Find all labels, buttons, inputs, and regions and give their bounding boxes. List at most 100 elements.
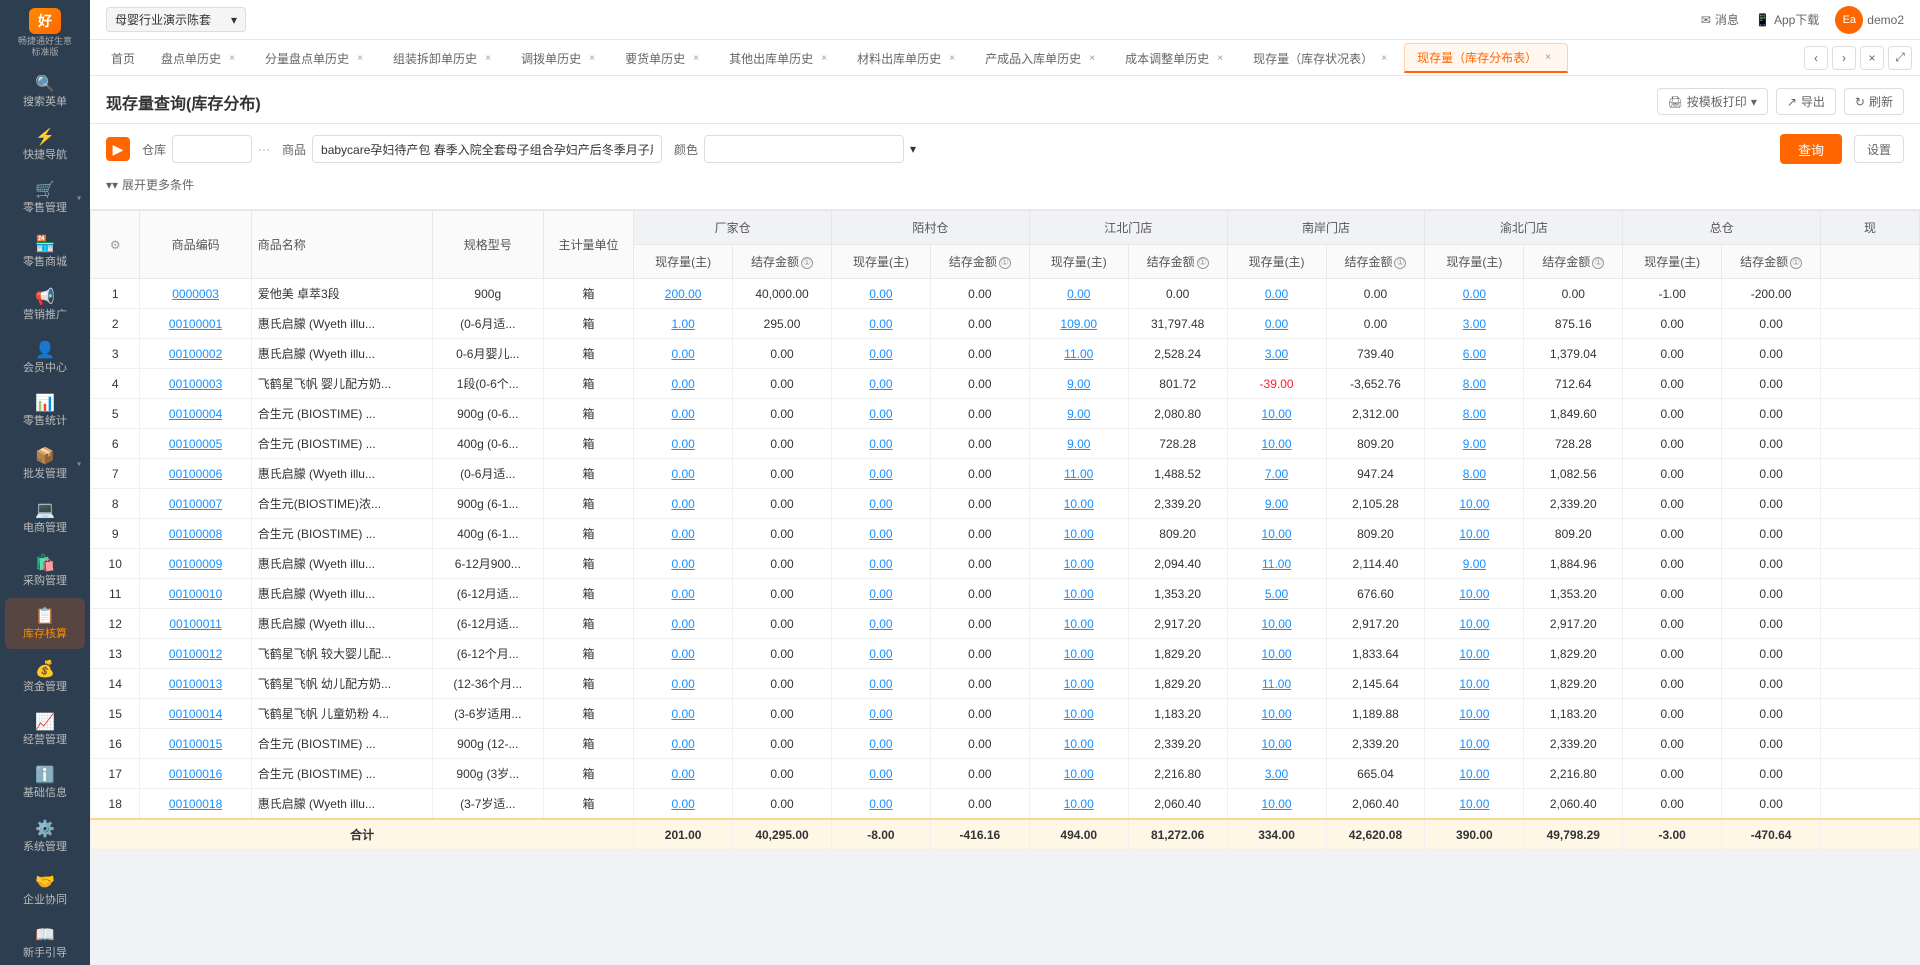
code-link[interactable]: 00100006 [169,467,222,481]
yubei-qty-link[interactable]: 9.00 [1463,557,1486,571]
close-tab-other_out-btn[interactable]: × [817,51,831,65]
mucun-qty-link[interactable]: 0.00 [869,347,892,361]
query-btn[interactable]: 查询 [1780,134,1842,164]
code-link[interactable]: 00100015 [169,737,222,751]
nanan-qty-link[interactable]: 7.00 [1265,467,1288,481]
settings-btn[interactable]: 设置 [1854,135,1904,163]
nav-close-btn[interactable]: × [1860,46,1884,70]
close-tab-material_out-btn[interactable]: × [945,51,959,65]
jiangbei-qty-link[interactable]: 10.00 [1064,767,1094,781]
jiangbei-qty-link[interactable]: 10.00 [1064,587,1094,601]
jiangbei-qty-link[interactable]: 9.00 [1067,407,1090,421]
info-icon[interactable]: ① [999,257,1011,269]
mucun-qty-link[interactable]: 0.00 [869,617,892,631]
nanan-qty-link[interactable]: 10.00 [1262,437,1292,451]
nanan-qty-link[interactable]: 10.00 [1262,797,1292,811]
code-link[interactable]: 00100018 [169,797,222,811]
sidebar-item-basic[interactable]: ℹ️ 基础信息 [5,757,85,808]
sidebar-item-retail[interactable]: 🛒 零售管理 ▾ [5,172,85,223]
mucun-qty-link[interactable]: 0.00 [869,677,892,691]
nav-tab-inventory_count_split[interactable]: 分量盘点单历史 × [252,43,380,73]
jiangbei-qty-link[interactable]: 10.00 [1064,797,1094,811]
factory-qty-link[interactable]: 0.00 [671,587,694,601]
sidebar-item-marketing[interactable]: 📢 营销推广 [5,279,85,330]
factory-qty-link[interactable]: 0.00 [671,497,694,511]
jiangbei-qty-link[interactable]: 11.00 [1064,347,1093,361]
code-link[interactable]: 00100007 [169,497,222,511]
code-link[interactable]: 00100002 [169,347,222,361]
nav-tab-material_out[interactable]: 材料出库单历史 × [844,43,972,73]
yubei-qty-link[interactable]: 3.00 [1463,317,1486,331]
mucun-qty-link[interactable]: 0.00 [869,287,892,301]
factory-qty-link[interactable]: 200.00 [665,287,702,301]
factory-qty-link[interactable]: 0.00 [671,527,694,541]
nanan-qty-link[interactable]: 11.00 [1262,677,1291,691]
factory-qty-link[interactable]: 0.00 [671,347,694,361]
nanan-qty-link[interactable]: 9.00 [1265,497,1288,511]
close-tab-stock_dist_active-btn[interactable]: × [1541,50,1555,64]
info-icon[interactable]: ① [1790,257,1802,269]
factory-qty-link[interactable]: 0.00 [671,737,694,751]
nav-tab-other_out[interactable]: 其他出库单历史 × [716,43,844,73]
jiangbei-qty-link[interactable]: 10.00 [1064,617,1094,631]
yubei-qty-link[interactable]: 8.00 [1463,407,1486,421]
refresh-btn[interactable]: ↻ 刷新 [1844,88,1904,115]
gear-icon[interactable]: ⚙ [110,238,121,252]
mucun-qty-link[interactable]: 0.00 [869,647,892,661]
info-icon[interactable]: ① [1592,257,1604,269]
nanan-qty-link[interactable]: 10.00 [1262,407,1292,421]
close-tab-inventory_count-btn[interactable]: × [225,51,239,65]
yubei-qty-link[interactable]: 8.00 [1463,377,1486,391]
warehouse-input[interactable] [172,135,252,163]
close-tab-assembly-btn[interactable]: × [481,51,495,65]
user-menu-btn[interactable]: Ea demo2 [1835,6,1904,34]
nav-tab-stock_dist_active[interactable]: 现存量（库存分布表） × [1404,43,1568,73]
sidebar-item-retail-store[interactable]: 🏪 零售商城 [5,226,85,277]
nanan-qty-link[interactable]: 0.00 [1265,317,1288,331]
nav-next-btn[interactable]: › [1832,46,1856,70]
jiangbei-qty-link[interactable]: 10.00 [1064,707,1094,721]
yubei-qty-link[interactable]: 10.00 [1459,497,1489,511]
nav-prev-btn[interactable]: ‹ [1804,46,1828,70]
store-selector[interactable]: 母婴行业演示陈套 ▾ [106,7,246,32]
mucun-qty-link[interactable]: 0.00 [869,377,892,391]
sidebar-item-wholesale[interactable]: 📦 批发管理 ▾ [5,438,85,489]
sidebar-item-inventory[interactable]: 📋 库存核算 [5,598,85,649]
jiangbei-qty-link[interactable]: 109.00 [1060,317,1097,331]
code-link[interactable]: 00100001 [169,317,222,331]
nav-tab-request[interactable]: 要货单历史 × [612,43,716,73]
nanan-qty-link[interactable]: 10.00 [1262,707,1292,721]
mucun-qty-link[interactable]: 0.00 [869,797,892,811]
sidebar-item-operation[interactable]: 📈 经营管理 [5,704,85,755]
nav-expand-btn[interactable]: ⤢ [1888,46,1912,70]
yubei-qty-link[interactable]: 8.00 [1463,467,1486,481]
sidebar-item-ecom[interactable]: 💻 电商管理 [5,492,85,543]
factory-qty-link[interactable]: 0.00 [671,437,694,451]
nanan-qty-link[interactable]: 11.00 [1262,557,1291,571]
nanan-qty-link[interactable]: 3.00 [1265,767,1288,781]
color-input[interactable] [704,135,904,163]
yubei-qty-link[interactable]: 10.00 [1459,527,1489,541]
export-btn[interactable]: ↗ 导出 [1776,88,1836,115]
nanan-qty-link[interactable]: 10.00 [1262,737,1292,751]
close-tab-product_in-btn[interactable]: × [1085,51,1099,65]
code-link[interactable]: 00100013 [169,677,222,691]
sidebar-item-member[interactable]: 👤 会员中心 [5,332,85,383]
yubei-qty-link[interactable]: 10.00 [1459,707,1489,721]
yubei-qty-link[interactable]: 10.00 [1459,587,1489,601]
factory-qty-link[interactable]: 1.00 [671,317,694,331]
expand-conditions-btn[interactable]: ▾▾ 展开更多条件 [106,170,1904,199]
nav-tab-cost_adjust[interactable]: 成本调整单历史 × [1112,43,1240,73]
code-link[interactable]: 00100014 [169,707,222,721]
jiangbei-qty-link[interactable]: 10.00 [1064,527,1094,541]
factory-qty-link[interactable]: 0.00 [671,617,694,631]
factory-qty-link[interactable]: 0.00 [671,467,694,481]
sidebar-item-collab[interactable]: 🤝 企业协同 [5,864,85,915]
factory-qty-link[interactable]: 0.00 [671,557,694,571]
close-tab-transfer-btn[interactable]: × [585,51,599,65]
code-link[interactable]: 00100005 [169,437,222,451]
mucun-qty-link[interactable]: 0.00 [869,527,892,541]
close-tab-request-btn[interactable]: × [689,51,703,65]
nanan-qty-link[interactable]: -39.00 [1260,377,1294,391]
app-download-btn[interactable]: 📱 App下载 [1755,11,1819,28]
